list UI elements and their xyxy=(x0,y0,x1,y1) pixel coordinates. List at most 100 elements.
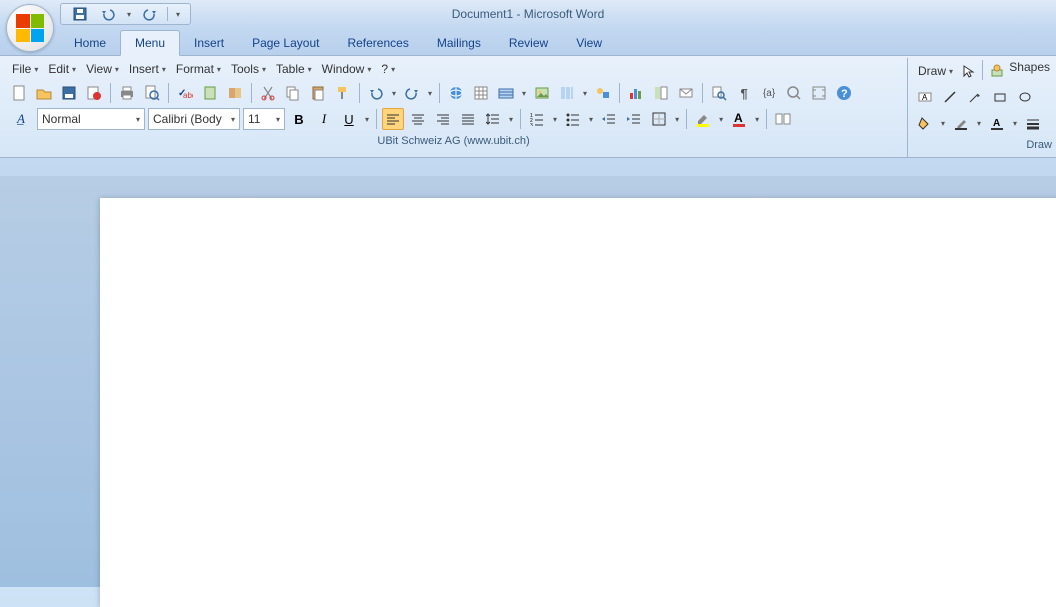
arrow-tool-icon[interactable] xyxy=(964,86,986,108)
menu-edit[interactable]: Edit▾ xyxy=(44,60,80,78)
textbox-icon[interactable]: A xyxy=(914,86,936,108)
tab-view[interactable]: View xyxy=(562,31,616,55)
underline-dd-icon[interactable]: ▾ xyxy=(363,115,371,124)
copy-icon[interactable] xyxy=(282,82,304,104)
select-objects-icon[interactable] xyxy=(959,60,978,82)
rectangle-tool-icon[interactable] xyxy=(989,86,1011,108)
increase-indent-button[interactable] xyxy=(623,108,645,130)
save-icon[interactable] xyxy=(69,3,91,25)
fill-color-icon[interactable] xyxy=(914,112,936,134)
line-tool-icon[interactable] xyxy=(939,86,961,108)
save-icon[interactable] xyxy=(58,82,80,104)
drawing-icon[interactable] xyxy=(592,82,614,104)
underline-button[interactable]: U xyxy=(338,108,360,130)
line-color-dd-icon[interactable]: ▾ xyxy=(975,119,983,128)
font-color-button[interactable]: A xyxy=(728,108,750,130)
tables-icon[interactable] xyxy=(495,82,517,104)
menu-tools[interactable]: Tools▾ xyxy=(227,60,270,78)
font-combo[interactable]: Calibri (Body▾ xyxy=(148,108,240,130)
columns-icon[interactable] xyxy=(556,82,578,104)
tab-mailings[interactable]: Mailings xyxy=(423,31,495,55)
menu-help[interactable]: ?▾ xyxy=(377,60,399,78)
undo-dropdown-icon[interactable]: ▾ xyxy=(125,10,133,19)
style-combo[interactable]: Normal▾ xyxy=(37,108,145,130)
spellcheck-icon[interactable]: ✓abc xyxy=(174,82,196,104)
line-spacing-button[interactable] xyxy=(482,108,504,130)
align-center-button[interactable] xyxy=(407,108,429,130)
autoshapes-icon[interactable] xyxy=(987,60,1007,82)
print-preview-icon[interactable] xyxy=(141,82,163,104)
envelope-icon[interactable] xyxy=(675,82,697,104)
format-painter-icon[interactable] xyxy=(332,82,354,104)
undo-icon[interactable] xyxy=(365,82,387,104)
styles-dropdown-icon[interactable]: A̲ xyxy=(8,108,34,130)
tables-dd-icon[interactable]: ▾ xyxy=(520,89,528,98)
font-size-combo[interactable]: 11▾ xyxy=(243,108,285,130)
document-page[interactable] xyxy=(100,198,1056,607)
bold-button[interactable]: B xyxy=(288,108,310,130)
reading-layout-icon[interactable] xyxy=(772,108,794,130)
tab-references[interactable]: References xyxy=(333,31,422,55)
styles-icon[interactable]: {a} xyxy=(758,82,780,104)
bullets-dd-icon[interactable]: ▾ xyxy=(587,115,595,124)
highlight-dd-icon[interactable]: ▾ xyxy=(717,115,725,124)
tab-home[interactable]: Home xyxy=(60,31,120,55)
permission-icon[interactable] xyxy=(83,82,105,104)
menu-view[interactable]: View▾ xyxy=(82,60,123,78)
print-icon[interactable] xyxy=(116,82,138,104)
document-map-icon[interactable] xyxy=(650,82,672,104)
office-button[interactable] xyxy=(6,4,54,52)
font-color-dd-icon[interactable]: ▾ xyxy=(753,115,761,124)
qat-customize-icon[interactable]: ▾ xyxy=(174,10,182,19)
align-right-button[interactable] xyxy=(432,108,454,130)
paste-icon[interactable] xyxy=(307,82,329,104)
chart-icon[interactable] xyxy=(625,82,647,104)
oval-tool-icon[interactable] xyxy=(1014,86,1036,108)
menu-table[interactable]: Table▾ xyxy=(272,60,316,78)
fullscreen-icon[interactable] xyxy=(808,82,830,104)
show-paragraph-icon[interactable]: ¶ xyxy=(733,82,755,104)
insert-picture-icon[interactable] xyxy=(531,82,553,104)
highlight-button[interactable] xyxy=(692,108,714,130)
insert-table-icon[interactable] xyxy=(470,82,492,104)
redo-dd-icon[interactable]: ▾ xyxy=(426,89,434,98)
menu-insert[interactable]: Insert▾ xyxy=(125,60,170,78)
borders-dd-icon[interactable]: ▾ xyxy=(673,115,681,124)
draw-menu[interactable]: Draw▾ xyxy=(914,60,957,82)
align-left-button[interactable] xyxy=(382,108,404,130)
borders-button[interactable] xyxy=(648,108,670,130)
tab-page-layout[interactable]: Page Layout xyxy=(238,31,333,55)
undo-dd-icon[interactable]: ▾ xyxy=(390,89,398,98)
line-color-icon[interactable] xyxy=(950,112,972,134)
menu-window[interactable]: Window▾ xyxy=(318,60,376,78)
text-color-icon[interactable]: A xyxy=(986,112,1008,134)
hyperlink-icon[interactable] xyxy=(445,82,467,104)
text-color-dd-icon[interactable]: ▾ xyxy=(1011,119,1019,128)
line-style-icon[interactable] xyxy=(1022,112,1044,134)
align-justify-button[interactable] xyxy=(457,108,479,130)
decrease-indent-button[interactable] xyxy=(598,108,620,130)
numbering-dd-icon[interactable]: ▾ xyxy=(551,115,559,124)
research-icon[interactable] xyxy=(199,82,221,104)
help-icon[interactable]: ? xyxy=(833,82,855,104)
thesaurus-icon[interactable] xyxy=(224,82,246,104)
zoom-icon[interactable] xyxy=(783,82,805,104)
new-icon[interactable] xyxy=(8,82,30,104)
tab-review[interactable]: Review xyxy=(495,31,562,55)
redo-icon[interactable] xyxy=(139,3,161,25)
tab-menu[interactable]: Menu xyxy=(120,30,180,56)
line-spacing-dd-icon[interactable]: ▾ xyxy=(507,115,515,124)
numbering-button[interactable]: 123 xyxy=(526,108,548,130)
menu-file[interactable]: File▾ xyxy=(8,60,42,78)
bullets-button[interactable] xyxy=(562,108,584,130)
tab-insert[interactable]: Insert xyxy=(180,31,238,55)
cut-icon[interactable] xyxy=(257,82,279,104)
menu-format[interactable]: Format▾ xyxy=(172,60,225,78)
fill-dd-icon[interactable]: ▾ xyxy=(939,119,947,128)
shapes-label[interactable]: Shapes xyxy=(1009,60,1050,82)
open-icon[interactable] xyxy=(33,82,55,104)
columns-dd-icon[interactable]: ▾ xyxy=(581,89,589,98)
find-icon[interactable] xyxy=(708,82,730,104)
italic-button[interactable]: I xyxy=(313,108,335,130)
undo-icon[interactable] xyxy=(97,3,119,25)
